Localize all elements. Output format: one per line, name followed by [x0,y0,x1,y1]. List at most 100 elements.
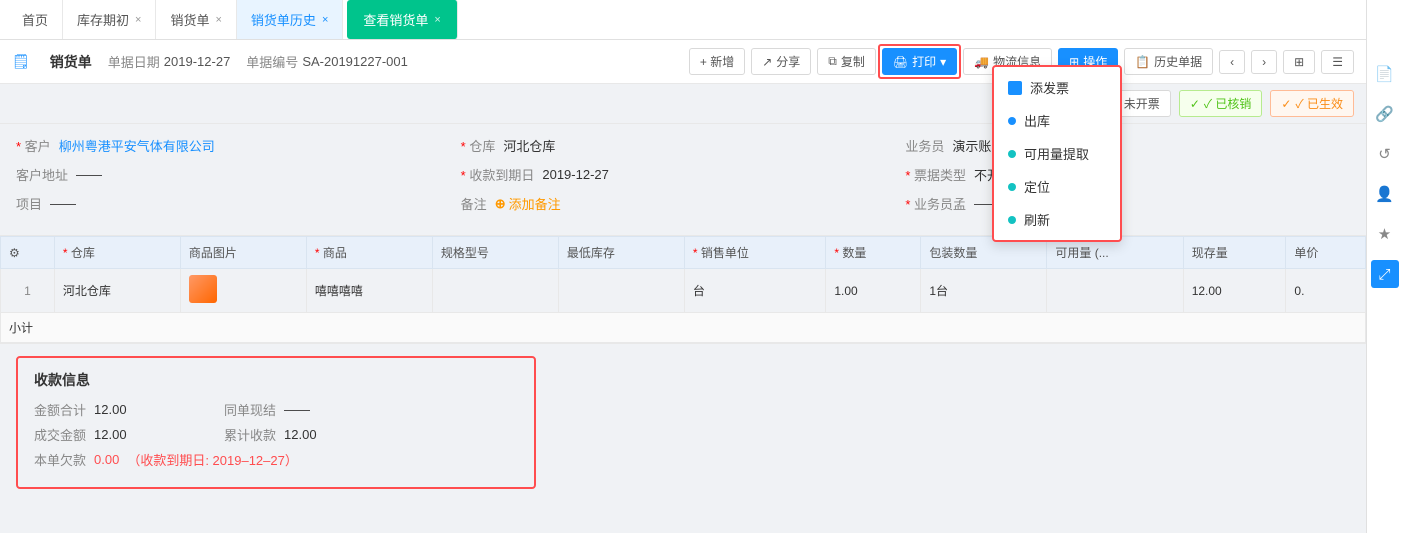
sidebar-refresh-icon[interactable]: ↺ [1371,140,1399,168]
transaction-amount-value: 12.00 [94,427,127,442]
print-icon: 🖨 [893,55,908,69]
tab-inventory-label: 库存期初 [77,10,129,29]
cumulative-payment-label: 累计收款 [224,425,276,444]
tab-sales-history-close[interactable]: × [322,14,328,26]
dropdown-item-refresh[interactable]: 刷新 [994,203,1120,236]
tab-home[interactable]: 首页 [8,0,63,39]
locate-label: 定位 [1024,177,1050,196]
ticket-label: 票据类型 [905,165,966,184]
product-image-icon [189,275,217,303]
warehouse-field: 仓库 河北仓库 [461,136,906,155]
total-amount-item: 金额合计 12.00 [34,400,184,419]
col-min-stock: 最低库存 [558,237,684,269]
row-product: 嘻嘻嘻嘻 [306,269,432,313]
add-invoice-label: 添发票 [1030,78,1069,97]
row-image [180,269,306,313]
salesperson2-field: 业务员孟 —— [905,194,1350,213]
effective-icon: ✓ [1281,97,1291,111]
list-view-button[interactable]: ☰ [1321,50,1354,74]
sidebar-info-icon[interactable]: 📄 [1371,60,1399,88]
doc-meta: 单据日期 2019-12-27 单据编号 SA-20191227-001 [108,52,408,71]
subtotal-label: 小计 [1,313,1366,343]
tab-inventory[interactable]: 库存期初 × [63,0,156,39]
doc-icon: 🗒 [12,53,30,70]
share-icon: ↗ [762,55,772,69]
dropdown-item-available-qty[interactable]: 可用量提取 [994,137,1120,170]
row-available [1047,269,1183,313]
row-seq: 1 [1,269,55,313]
doc-date-item: 单据日期 2019-12-27 [108,52,231,71]
same-order-settle-value: —— [284,402,310,417]
tab-inventory-close[interactable]: × [135,14,141,26]
tab-home-label: 首页 [22,10,48,29]
dropdown-item-outbound[interactable]: 出库 [994,104,1120,137]
print-button[interactable]: 🖨 打印 ▾ [882,48,957,75]
available-qty-dot-icon [1008,150,1016,158]
tab-bar: 首页 库存期初 × 销货单 × 销货单历史 × 查看销货单 × × [0,0,1402,40]
customer-value[interactable]: 柳州粤港平安气体有限公司 [59,136,215,155]
next-button[interactable]: › [1251,50,1277,74]
tab-sales-history-label: 销货单历史 [251,10,316,29]
dropdown-item-add-invoice[interactable]: 添发票 [994,71,1120,104]
row-warehouse: 河北仓库 [54,269,180,313]
col-settings: ⚙ [1,237,55,269]
doc-header: 🗒 销货单 单据日期 2019-12-27 单据编号 SA-20191227-0… [0,40,1366,84]
col-warehouse: * 仓库 [54,237,180,269]
checked-button[interactable]: ✓ ✓ 已核销 [1179,90,1263,117]
sidebar-link-icon[interactable]: 🔗 [1371,100,1399,128]
note-label: 备注 [461,194,487,213]
add-note-button[interactable]: ⊕ 添加备注 [495,194,561,213]
doc-date-label: 单据日期 [108,52,160,71]
cumulative-payment-item: 累计收款 12.00 [224,425,374,444]
grid-view-button[interactable]: ⊞ [1283,50,1315,74]
share-button[interactable]: ↗ 分享 [751,48,811,75]
copy-icon: ⧉ [828,54,837,69]
col-spec: 规格型号 [432,237,558,269]
payment-row-1: 金额合计 12.00 同单现结 —— [34,400,518,419]
tab-sales[interactable]: 销货单 × [156,0,236,39]
current-owed-label: 本单欠款 [34,450,86,469]
address-value: —— [76,167,102,182]
sidebar-user-icon[interactable]: 👤 [1371,180,1399,208]
tab-sales-close[interactable]: × [215,14,221,26]
doc-title-area: 🗒 销货单 单据日期 2019-12-27 单据编号 SA-20191227-0… [12,52,408,72]
transaction-amount-label: 成交金额 [34,425,86,444]
form-row-2: 客户地址 —— 收款到期日 2019-12-27 票据类型 不开票 [16,165,1350,184]
due-date-label: 收款到期日 [461,165,535,184]
current-owed-item: 本单欠款 0.00 （收款到期日: 2019–12–27） [34,450,298,469]
outbound-label: 出库 [1024,111,1050,130]
sidebar-star-icon[interactable]: ★ [1371,220,1399,248]
cumulative-payment-value: 12.00 [284,427,317,442]
note-field: 备注 ⊕ 添加备注 [461,194,906,213]
col-current-stock: 现存量 [1183,237,1286,269]
tab-view-sales[interactable]: 查看销货单 × [347,0,457,39]
add-button[interactable]: + 新增 [689,48,745,75]
payment-row-2: 成交金额 12.00 累计收款 12.00 [34,425,518,444]
col-image: 商品图片 [180,237,306,269]
table-container: ⚙ * 仓库 商品图片 * 商品 规格型号 最低库存 * 销售单位 * 数量 包… [0,236,1366,344]
effective-label: ✓ 已生效 [1295,95,1343,112]
project-field: 项目 —— [16,194,461,213]
form-section: 客户 柳州粤港平安气体有限公司 仓库 河北仓库 业务员 演示账号 客户地址 —— [0,124,1366,236]
doc-no-value: SA-20191227-001 [302,54,408,69]
doc-title: 销货单 [50,52,92,72]
row-spec [432,269,558,313]
copy-button[interactable]: ⧉ 复制 [817,48,876,75]
dropdown-item-locate[interactable]: 定位 [994,170,1120,203]
row-unit: 台 [684,269,826,313]
tab-sales-label: 销货单 [170,10,209,29]
history-button[interactable]: 📋 历史单据 [1124,48,1213,75]
tab-view-sales-close[interactable]: × [434,14,440,26]
row-qty: 1.00 [826,269,921,313]
history-icon: 📋 [1135,55,1150,69]
tab-sales-history[interactable]: 销货单历史 × [237,0,343,39]
history-label: 历史单据 [1154,53,1202,70]
salesperson-label: 业务员 [905,136,944,155]
operation-dropdown: 添发票 出库 可用量提取 定位 刷新 [992,65,1122,242]
payment-row-3: 本单欠款 0.00 （收款到期日: 2019–12–27） [34,450,518,469]
refresh-dot-icon [1008,216,1016,224]
effective-button[interactable]: ✓ ✓ 已生效 [1270,90,1354,117]
sidebar-expand-icon[interactable]: ⤢ [1371,260,1399,288]
table-header-row: ⚙ * 仓库 商品图片 * 商品 规格型号 最低库存 * 销售单位 * 数量 包… [1,237,1366,269]
prev-button[interactable]: ‹ [1219,50,1245,74]
